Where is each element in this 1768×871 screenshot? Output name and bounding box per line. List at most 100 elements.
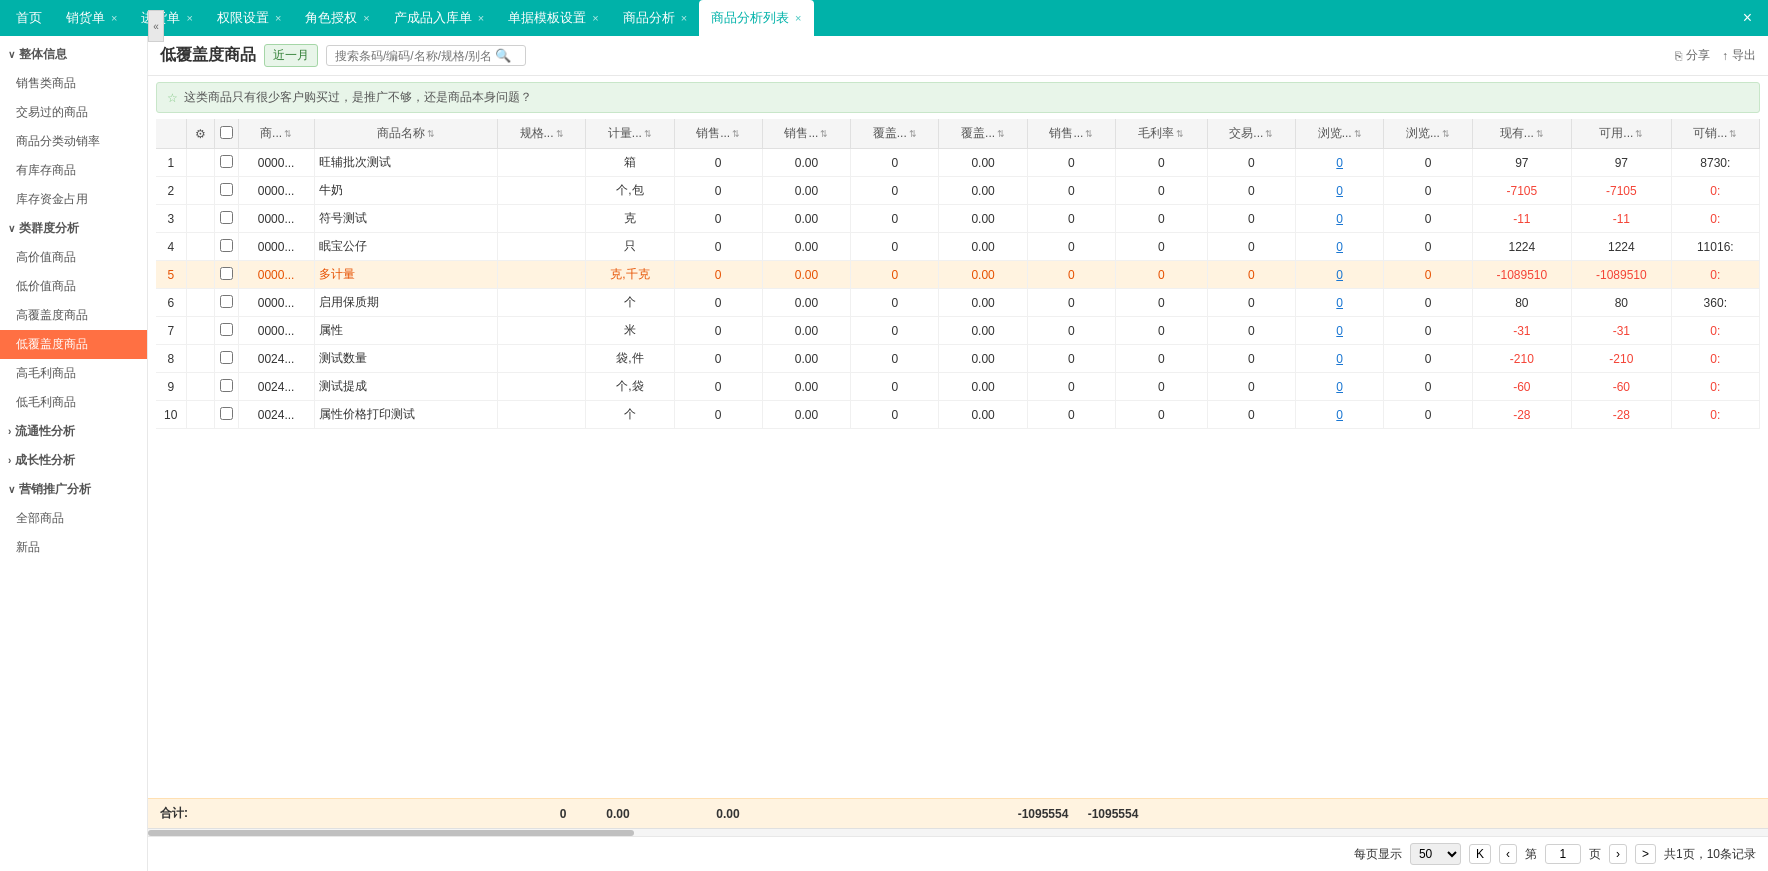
th-sales3[interactable]: 销售...⇅ [1027, 119, 1115, 149]
row-browse1[interactable]: 0 [1296, 177, 1384, 205]
row-select-checkbox[interactable] [220, 267, 233, 280]
row-browse1[interactable]: 0 [1296, 233, 1384, 261]
tab-purchase-order[interactable]: 进货单 × [129, 0, 204, 36]
sidebar-item-high-margin[interactable]: 高毛利商品 [0, 359, 147, 388]
th-spec[interactable]: 规格...⇅ [497, 119, 585, 149]
tab-product-analysis[interactable]: 商品分析 × [611, 0, 699, 36]
th-sales-amount[interactable]: 销售...⇅ [762, 119, 850, 149]
row-checkbox[interactable] [214, 261, 238, 289]
sidebar-item-stocked-goods[interactable]: 有库存商品 [0, 156, 147, 185]
row-browse1[interactable]: 0 [1296, 317, 1384, 345]
tab-close-icon[interactable]: × [111, 12, 117, 24]
row-select-checkbox[interactable] [220, 295, 233, 308]
tab-close-icon[interactable]: × [795, 12, 801, 24]
row-select-checkbox[interactable] [220, 323, 233, 336]
sidebar-item-sales-goods[interactable]: 销售类商品 [0, 69, 147, 98]
prev-page-button[interactable]: ‹ [1499, 844, 1517, 864]
last-page-button[interactable]: > [1635, 844, 1656, 864]
sidebar-item-high-value[interactable]: 高价值商品 [0, 243, 147, 272]
search-icon[interactable]: 🔍 [495, 48, 511, 63]
th-code[interactable]: 商...⇅ [238, 119, 314, 149]
row-browse1[interactable]: 0 [1296, 373, 1384, 401]
tab-close-icon[interactable]: × [275, 12, 281, 24]
row-checkbox[interactable] [214, 205, 238, 233]
tab-product-analysis-list[interactable]: 商品分析列表 × [699, 0, 813, 36]
select-all-checkbox[interactable] [220, 126, 233, 139]
th-checkbox[interactable] [214, 119, 238, 149]
row-checkbox[interactable] [214, 373, 238, 401]
row-select-checkbox[interactable] [220, 183, 233, 196]
th-coverage2[interactable]: 覆盖...⇅ [939, 119, 1027, 149]
share-button[interactable]: ⎘ 分享 [1675, 47, 1710, 64]
sidebar-section-liquidity[interactable]: › 流通性分析 [0, 417, 147, 446]
tab-close-icon[interactable]: × [363, 12, 369, 24]
th-settings[interactable]: ⚙ [186, 119, 214, 149]
row-current-stock: -210 [1472, 345, 1571, 373]
row-checkbox[interactable] [214, 317, 238, 345]
sidebar-item-high-coverage[interactable]: 高覆盖度商品 [0, 301, 147, 330]
sidebar-item-category-rate[interactable]: 商品分类动销率 [0, 127, 147, 156]
row-select-checkbox[interactable] [220, 351, 233, 364]
th-available-stock[interactable]: 可用...⇅ [1572, 119, 1671, 149]
sidebar-item-low-coverage[interactable]: 低覆盖度商品 [0, 330, 147, 359]
th-sellable[interactable]: 可销...⇅ [1671, 119, 1759, 149]
row-checkbox[interactable] [214, 345, 238, 373]
tab-permission-settings[interactable]: 权限设置 × [205, 0, 293, 36]
search-input[interactable] [335, 49, 495, 63]
tab-product-inbound[interactable]: 产成品入库单 × [382, 0, 496, 36]
row-select-checkbox[interactable] [220, 155, 233, 168]
th-name[interactable]: 商品名称⇅ [314, 119, 497, 149]
next-page-button[interactable]: › [1609, 844, 1627, 864]
tab-close-icon[interactable]: × [478, 12, 484, 24]
tab-close-icon[interactable]: × [681, 12, 687, 24]
row-checkbox[interactable] [214, 233, 238, 261]
window-close-icon[interactable]: × [1731, 9, 1764, 27]
row-browse1[interactable]: 0 [1296, 289, 1384, 317]
th-sales-count[interactable]: 销售...⇅ [674, 119, 762, 149]
sidebar-item-traded-goods[interactable]: 交易过的商品 [0, 98, 147, 127]
page-number-input[interactable]: 1 [1545, 844, 1581, 864]
row-checkbox[interactable] [214, 177, 238, 205]
data-table-container[interactable]: ⚙ 商...⇅ 商品名称⇅ 规格...⇅ 计量...⇅ 销售...⇅ 销售...… [156, 119, 1760, 798]
sidebar-collapse-button[interactable]: « [148, 10, 164, 42]
th-coverage1[interactable]: 覆盖...⇅ [851, 119, 939, 149]
sidebar-section-cluster[interactable]: ∨ 类群度分析 [0, 214, 147, 243]
th-current-stock[interactable]: 现有...⇅ [1472, 119, 1571, 149]
period-button[interactable]: 近一月 [264, 44, 318, 67]
row-browse1[interactable]: 0 [1296, 149, 1384, 177]
first-page-button[interactable]: K [1469, 844, 1491, 864]
row-browse1[interactable]: 0 [1296, 205, 1384, 233]
page-size-select[interactable]: 50 20 100 [1410, 843, 1461, 865]
sidebar-section-growth[interactable]: › 成长性分析 [0, 446, 147, 475]
tab-sales-order[interactable]: 销货单 × [54, 0, 129, 36]
th-browse1[interactable]: 浏览...⇅ [1296, 119, 1384, 149]
row-browse1[interactable]: 0 [1296, 261, 1384, 289]
export-button[interactable]: ↑ 导出 [1722, 47, 1756, 64]
row-select-checkbox[interactable] [220, 211, 233, 224]
row-checkbox[interactable] [214, 289, 238, 317]
tab-close-icon[interactable]: × [186, 12, 192, 24]
sidebar-section-general[interactable]: ∨ 整体信息 [0, 40, 147, 69]
row-checkbox[interactable] [214, 149, 238, 177]
tab-template-settings[interactable]: 单据模板设置 × [496, 0, 610, 36]
row-checkbox[interactable] [214, 401, 238, 429]
th-unit[interactable]: 计量...⇅ [586, 119, 674, 149]
row-select-checkbox[interactable] [220, 379, 233, 392]
sidebar-item-new-goods[interactable]: 新品 [0, 533, 147, 562]
tab-role-auth[interactable]: 角色授权 × [293, 0, 381, 36]
sidebar-section-marketing[interactable]: ∨ 营销推广分析 [0, 475, 147, 504]
sidebar-item-low-margin[interactable]: 低毛利商品 [0, 388, 147, 417]
row-browse1[interactable]: 0 [1296, 401, 1384, 429]
th-gross-margin[interactable]: 毛利率⇅ [1116, 119, 1208, 149]
section-arrow-icon: › [8, 426, 11, 437]
tab-close-icon[interactable]: × [592, 12, 598, 24]
tab-home[interactable]: 首页 [4, 0, 54, 36]
row-select-checkbox[interactable] [220, 239, 233, 252]
th-transaction[interactable]: 交易...⇅ [1207, 119, 1295, 149]
row-browse1[interactable]: 0 [1296, 345, 1384, 373]
row-select-checkbox[interactable] [220, 407, 233, 420]
th-browse2[interactable]: 浏览...⇅ [1384, 119, 1472, 149]
sidebar-item-stock-fund[interactable]: 库存资金占用 [0, 185, 147, 214]
sidebar-item-all-goods[interactable]: 全部商品 [0, 504, 147, 533]
sidebar-item-low-value[interactable]: 低价值商品 [0, 272, 147, 301]
